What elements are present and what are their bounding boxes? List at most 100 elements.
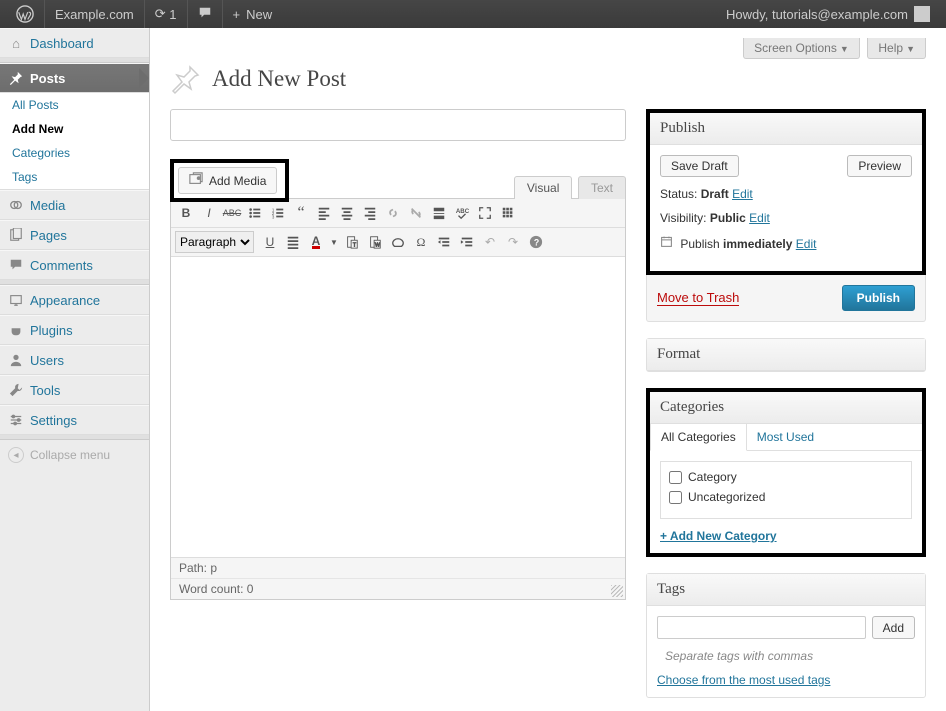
sidebar-label: Comments <box>30 258 93 273</box>
toolbar-strikethrough[interactable]: ABC <box>221 202 243 224</box>
categories-metabox: Categories All Categories Most Used Cate… <box>646 388 926 557</box>
save-draft-button[interactable]: Save Draft <box>660 155 739 177</box>
add-tag-button[interactable]: Add <box>872 616 915 639</box>
toolbar-special-char[interactable]: Ω <box>410 231 432 253</box>
sidebar-item-comments[interactable]: Comments <box>0 250 149 280</box>
toolbar-quote[interactable]: “ <box>290 202 312 224</box>
toolbar-italic[interactable]: I <box>198 202 220 224</box>
sidebar-sub-categories[interactable]: Categories <box>0 141 149 165</box>
sidebar-item-users[interactable]: Users <box>0 345 149 375</box>
format-metabox-title[interactable]: Format <box>647 339 925 371</box>
toolbar-insert-more[interactable] <box>428 202 450 224</box>
tags-metabox: Tags Add Separate tags with commas Choos… <box>646 573 926 698</box>
toolbar-link[interactable] <box>382 202 404 224</box>
toolbar-numbered-list[interactable]: 123 <box>267 202 289 224</box>
users-icon <box>8 352 24 368</box>
toolbar-spellcheck[interactable]: ABC <box>451 202 473 224</box>
toolbar-outdent[interactable] <box>433 231 455 253</box>
toolbar-color-dropdown[interactable]: ▼ <box>328 231 340 253</box>
categories-metabox-title[interactable]: Categories <box>650 392 922 424</box>
preview-button[interactable]: Preview <box>847 155 912 177</box>
toolbar-kitchen-sink[interactable] <box>497 202 519 224</box>
add-new-category-link[interactable]: + Add New Category <box>660 529 777 543</box>
publish-metabox-title[interactable]: Publish <box>650 113 922 145</box>
toolbar-text-color[interactable]: A <box>305 231 327 253</box>
post-title-input[interactable] <box>170 109 626 141</box>
appearance-icon <box>8 292 24 308</box>
move-to-trash-link[interactable]: Move to Trash <box>657 290 739 306</box>
toolbar-undo[interactable]: ↶ <box>479 231 501 253</box>
toolbar-help[interactable]: ? <box>525 231 547 253</box>
toolbar-remove-formatting[interactable] <box>387 231 409 253</box>
admin-bar-new[interactable]: +New <box>223 0 283 28</box>
choose-tags-link[interactable]: Choose from the most used tags <box>657 673 830 687</box>
categories-tab-most-used[interactable]: Most Used <box>747 424 824 450</box>
toolbar-paste-word[interactable]: W <box>364 231 386 253</box>
admin-bar-account[interactable]: Howdy, tutorials@example.com <box>716 0 940 28</box>
sidebar-item-plugins[interactable]: Plugins <box>0 315 149 345</box>
collapse-label: Collapse menu <box>30 448 110 462</box>
screen-options-button[interactable]: Screen Options▼ <box>743 38 860 59</box>
toolbar-bold[interactable]: B <box>175 202 197 224</box>
calendar-icon <box>660 237 676 251</box>
admin-bar: Example.com ⟳ 1 +New Howdy, tutorials@ex… <box>0 0 946 28</box>
toolbar-unlink[interactable] <box>405 202 427 224</box>
visibility-value: Public <box>710 211 746 225</box>
avatar-icon <box>914 6 930 22</box>
toolbar-fullscreen[interactable] <box>474 202 496 224</box>
sidebar-label: Appearance <box>30 293 100 308</box>
toolbar-redo[interactable]: ↷ <box>502 231 524 253</box>
sidebar-sub-all-posts[interactable]: All Posts <box>0 93 149 117</box>
sidebar-item-posts[interactable]: Posts <box>0 63 149 93</box>
toolbar-align-center[interactable] <box>336 202 358 224</box>
page-title: Add New Post <box>212 66 346 92</box>
editor-body[interactable] <box>171 257 625 557</box>
toolbar-paste-text[interactable]: T <box>341 231 363 253</box>
collapse-menu[interactable]: ◂ Collapse menu <box>0 440 149 470</box>
word-count: Word count: 0 <box>171 579 625 599</box>
sidebar-item-tools[interactable]: Tools <box>0 375 149 405</box>
help-button[interactable]: Help▼ <box>867 38 926 59</box>
plus-icon: + <box>233 7 241 22</box>
toolbar-underline[interactable]: U <box>259 231 281 253</box>
resize-handle[interactable] <box>611 585 623 597</box>
toolbar-format-select[interactable]: Paragraph <box>175 231 254 253</box>
add-media-button[interactable]: Add Media <box>178 167 277 194</box>
editor-path: Path: p <box>171 558 625 579</box>
media-icon <box>189 172 203 189</box>
sidebar-label: Posts <box>30 71 65 86</box>
sidebar-item-settings[interactable]: Settings <box>0 405 149 435</box>
sidebar-item-dashboard[interactable]: ⌂ Dashboard <box>0 28 149 58</box>
tags-metabox-title[interactable]: Tags <box>647 574 925 606</box>
admin-bar-comments[interactable] <box>188 0 223 28</box>
category-item[interactable]: Category <box>669 470 903 484</box>
sidebar-item-media[interactable]: Media <box>0 190 149 220</box>
editor-tab-text[interactable]: Text <box>578 176 626 199</box>
toolbar-align-right[interactable] <box>359 202 381 224</box>
category-checkbox[interactable] <box>669 471 682 484</box>
publish-button[interactable]: Publish <box>842 285 915 311</box>
edit-publish-time-link[interactable]: Edit <box>796 237 817 251</box>
category-item[interactable]: Uncategorized <box>669 490 903 504</box>
sidebar-sub-add-new[interactable]: Add New <box>0 117 149 141</box>
edit-visibility-link[interactable]: Edit <box>749 211 770 225</box>
page-icon <box>8 227 24 243</box>
sidebar-item-appearance[interactable]: Appearance <box>0 285 149 315</box>
admin-bar-site-name[interactable]: Example.com <box>45 0 145 28</box>
toolbar-indent[interactable] <box>456 231 478 253</box>
admin-bar-updates[interactable]: ⟳ 1 <box>145 0 188 28</box>
tags-input[interactable] <box>657 616 866 639</box>
toolbar-bullet-list[interactable] <box>244 202 266 224</box>
toolbar-align-justify[interactable] <box>282 231 304 253</box>
category-checkbox[interactable] <box>669 491 682 504</box>
howdy-label: Howdy, <box>726 7 768 22</box>
sidebar-sub-tags[interactable]: Tags <box>0 165 149 189</box>
editor-tab-visual[interactable]: Visual <box>514 176 572 199</box>
sidebar-label: Pages <box>30 228 67 243</box>
sidebar-item-pages[interactable]: Pages <box>0 220 149 250</box>
edit-status-link[interactable]: Edit <box>732 187 753 201</box>
toolbar-align-left[interactable] <box>313 202 335 224</box>
svg-text:ABC: ABC <box>456 208 469 215</box>
categories-tab-all[interactable]: All Categories <box>650 424 747 451</box>
wp-logo[interactable] <box>6 0 45 28</box>
